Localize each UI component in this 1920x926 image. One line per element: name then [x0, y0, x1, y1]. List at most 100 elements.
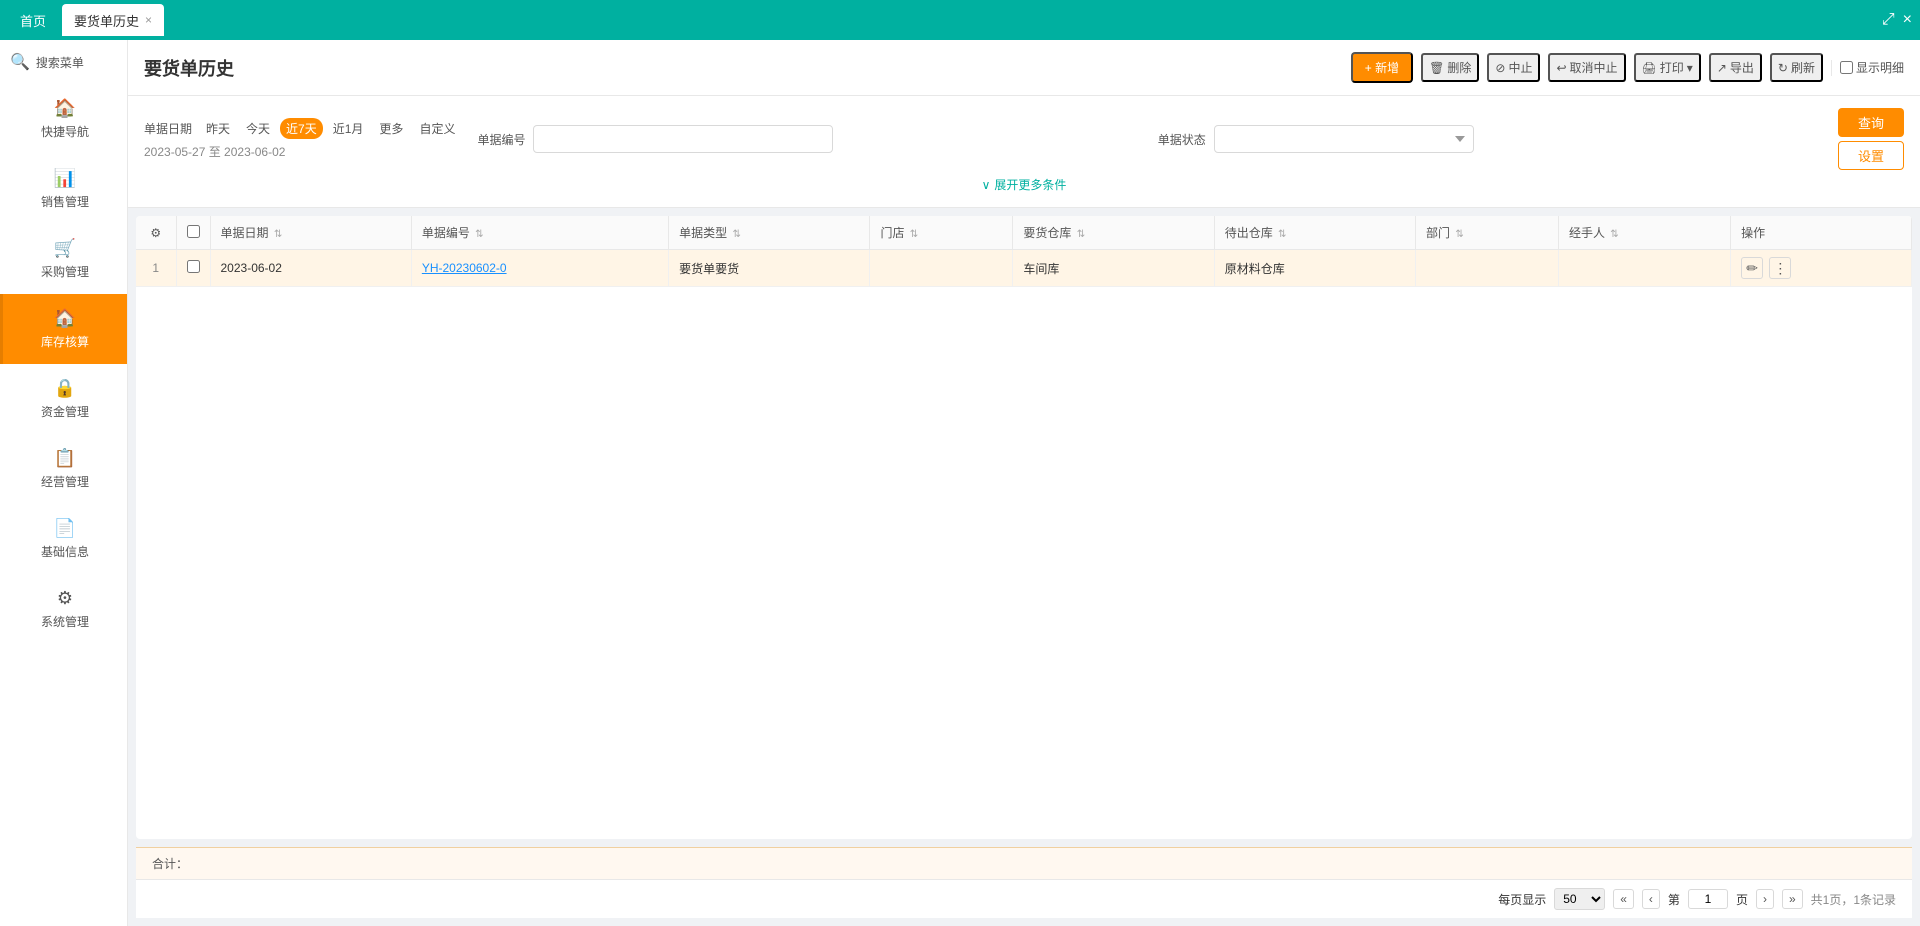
query-button[interactable]: 查询 — [1838, 108, 1904, 137]
shortcut-yesterday[interactable]: 昨天 — [200, 118, 236, 139]
close-window-icon[interactable]: × — [1903, 11, 1912, 29]
col-doc-no[interactable]: 单据编号 ⇅ — [411, 216, 668, 250]
print-button[interactable]: 🖨 打印 ▾ — [1634, 53, 1701, 82]
col-dest-warehouse[interactable]: 待出仓库 ⇅ — [1214, 216, 1415, 250]
setting-button[interactable]: 设置 — [1838, 141, 1904, 170]
close-tab-icon[interactable]: × — [145, 13, 152, 27]
home-icon: 🏠 — [54, 98, 76, 119]
export-icon: ↗ — [1717, 61, 1727, 75]
sidebar-item-sales[interactable]: 📊 销售管理 — [0, 154, 127, 224]
cell-store — [870, 250, 1013, 287]
cell-ops: ✏ ⋮ — [1731, 250, 1912, 287]
col-date[interactable]: 单据日期 ⇅ — [210, 216, 411, 250]
sidebar-item-basic-info[interactable]: 📄 基础信息 — [0, 504, 127, 574]
sidebar-item-quick-nav[interactable]: 🏠 快捷导航 — [0, 84, 127, 154]
cell-date: 2023-06-02 — [210, 250, 411, 287]
sidebar-item-system[interactable]: ⚙ 系统管理 — [0, 574, 127, 644]
total-label: 合计： — [152, 857, 188, 871]
row-checkbox[interactable] — [187, 260, 200, 273]
table-footer: 合计： — [136, 847, 1912, 879]
select-all-checkbox[interactable] — [187, 225, 200, 238]
shortcut-custom[interactable]: 自定义 — [413, 118, 461, 139]
data-table: ⚙ 单据日期 ⇅ 单据编号 ⇅ 单据类型 ⇅ 门店 ⇅ 要货仓库 ⇅ 待出仓库 … — [136, 216, 1912, 287]
doc-no-filter-group: 单据编号 — [477, 125, 1141, 153]
chart-icon: 📊 — [54, 168, 76, 189]
header-row: ⚙ 单据日期 ⇅ 单据编号 ⇅ 单据类型 ⇅ 门店 ⇅ 要货仓库 ⇅ 待出仓库 … — [136, 216, 1912, 250]
page-label: 第 — [1668, 891, 1680, 908]
cell-checkbox — [176, 250, 210, 287]
expand-more-btn[interactable]: ∨ 展开更多条件 — [144, 170, 1904, 195]
window-controls: ⤢ × — [1882, 11, 1912, 29]
gear-icon: ⚙ — [57, 588, 73, 609]
tab-requisition-history[interactable]: 要货单历史 × — [62, 4, 164, 36]
chevron-down-icon: ∨ — [982, 178, 991, 192]
cell-dest-warehouse: 原材料仓库 — [1214, 250, 1415, 287]
page-title: 要货单历史 — [144, 55, 234, 81]
cell-doc-no: YH-20230602-0 — [411, 250, 668, 287]
col-settings[interactable]: ⚙ — [136, 216, 176, 250]
refresh-icon: ↻ — [1778, 61, 1788, 75]
col-req-warehouse[interactable]: 要货仓库 ⇅ — [1013, 216, 1214, 250]
date-shortcuts: 昨天 今天 近7天 近1月 更多 自定义 — [200, 118, 461, 139]
col-handler[interactable]: 经手人 ⇅ — [1558, 216, 1730, 250]
col-dept[interactable]: 部门 ⇅ — [1416, 216, 1559, 250]
next-page-btn[interactable]: › — [1756, 889, 1774, 909]
main-layout: 🔍 搜索菜单 🏠 快捷导航 📊 销售管理 🛒 采购管理 🏠 库存核算 🔒 资金管… — [0, 40, 1920, 926]
per-page-select[interactable]: 50 10 20 100 — [1554, 888, 1605, 910]
sidebar-item-finance[interactable]: 🔒 资金管理 — [0, 364, 127, 434]
sort-req-wh-icon: ⇅ — [1077, 229, 1085, 240]
cancel-stop-icon: ↩ — [1556, 61, 1566, 75]
toolbar: + 新增 🗑 删除 ⊘ 中止 ↩ 取消中止 🖨 打印 ▾ — [1351, 52, 1904, 83]
delete-button[interactable]: 🗑 删除 — [1421, 53, 1479, 82]
table-body: 1 2023-06-02 YH-20230602-0 要货单要货 车间库 原材料… — [136, 250, 1912, 287]
maximize-icon[interactable]: ⤢ — [1882, 11, 1895, 29]
export-button[interactable]: ↗ 导出 — [1709, 53, 1762, 82]
prev-page-btn[interactable]: ‹ — [1642, 889, 1660, 909]
sidebar-item-operations[interactable]: 📋 经营管理 — [0, 434, 127, 504]
show-detail-checkbox[interactable] — [1840, 61, 1853, 74]
search-icon: 🔍 — [10, 52, 30, 72]
clipboard-icon: 📋 — [54, 448, 76, 469]
sidebar-search[interactable]: 🔍 搜索菜单 — [0, 40, 127, 84]
page-number-input[interactable] — [1688, 889, 1728, 909]
cancel-stop-button[interactable]: ↩ 取消中止 — [1548, 53, 1625, 82]
doc-no-link[interactable]: YH-20230602-0 — [422, 261, 507, 275]
doc-no-input[interactable] — [533, 125, 833, 153]
cart-icon: 🛒 — [54, 238, 76, 259]
sidebar-item-inventory[interactable]: 🏠 库存核算 — [0, 294, 127, 364]
col-ops: 操作 — [1731, 216, 1912, 250]
delete-icon: 🗑 — [1429, 61, 1444, 75]
stop-button[interactable]: ⊘ 中止 — [1487, 53, 1540, 82]
more-row-btn[interactable]: ⋮ — [1769, 257, 1791, 279]
shortcut-more[interactable]: 更多 — [373, 118, 409, 139]
tab-home[interactable]: 首页 — [8, 4, 58, 36]
edit-row-btn[interactable]: ✏ — [1741, 257, 1763, 279]
show-detail-toggle[interactable]: 显示明细 — [1840, 59, 1904, 76]
refresh-button[interactable]: ↻ 刷新 — [1770, 53, 1823, 82]
sidebar-item-purchase[interactable]: 🛒 采购管理 — [0, 224, 127, 294]
per-page-label: 每页显示 — [1498, 891, 1546, 908]
col-store[interactable]: 门店 ⇅ — [870, 216, 1013, 250]
add-button[interactable]: + 新增 — [1351, 52, 1413, 83]
pagination-bar: 每页显示 50 10 20 100 « ‹ 第 页 › » 共1页，1条记录 — [136, 879, 1912, 918]
first-page-btn[interactable]: « — [1613, 889, 1634, 909]
cell-req-warehouse: 车间库 — [1013, 250, 1214, 287]
filter-row: 单据日期 昨天 今天 近7天 近1月 更多 自定义 2023-05-27 至 2… — [144, 108, 1904, 170]
sort-handler-icon: ⇅ — [1610, 229, 1618, 240]
date-filter-group: 单据日期 昨天 今天 近7天 近1月 更多 自定义 2023-05-27 至 2… — [144, 118, 461, 160]
document-icon: 📄 — [54, 518, 76, 539]
cell-dept — [1416, 250, 1559, 287]
sidebar: 🔍 搜索菜单 🏠 快捷导航 📊 销售管理 🛒 采购管理 🏠 库存核算 🔒 资金管… — [0, 40, 128, 926]
content-header: 要货单历史 + 新增 🗑 删除 ⊘ 中止 ↩ 取消中止 🖨 打印 — [128, 40, 1920, 96]
col-doc-type[interactable]: 单据类型 ⇅ — [669, 216, 870, 250]
shortcut-7days[interactable]: 近7天 — [280, 118, 323, 139]
print-dropdown-icon: ▾ — [1687, 61, 1693, 75]
shortcut-1month[interactable]: 近1月 — [327, 118, 370, 139]
shortcut-today[interactable]: 今天 — [240, 118, 276, 139]
sort-doctype-icon: ⇅ — [732, 229, 740, 240]
inventory-icon: 🏠 — [54, 308, 76, 329]
status-select[interactable] — [1214, 125, 1474, 153]
page-suffix: 页 — [1736, 891, 1748, 908]
cell-handler — [1558, 250, 1730, 287]
last-page-btn[interactable]: » — [1782, 889, 1803, 909]
